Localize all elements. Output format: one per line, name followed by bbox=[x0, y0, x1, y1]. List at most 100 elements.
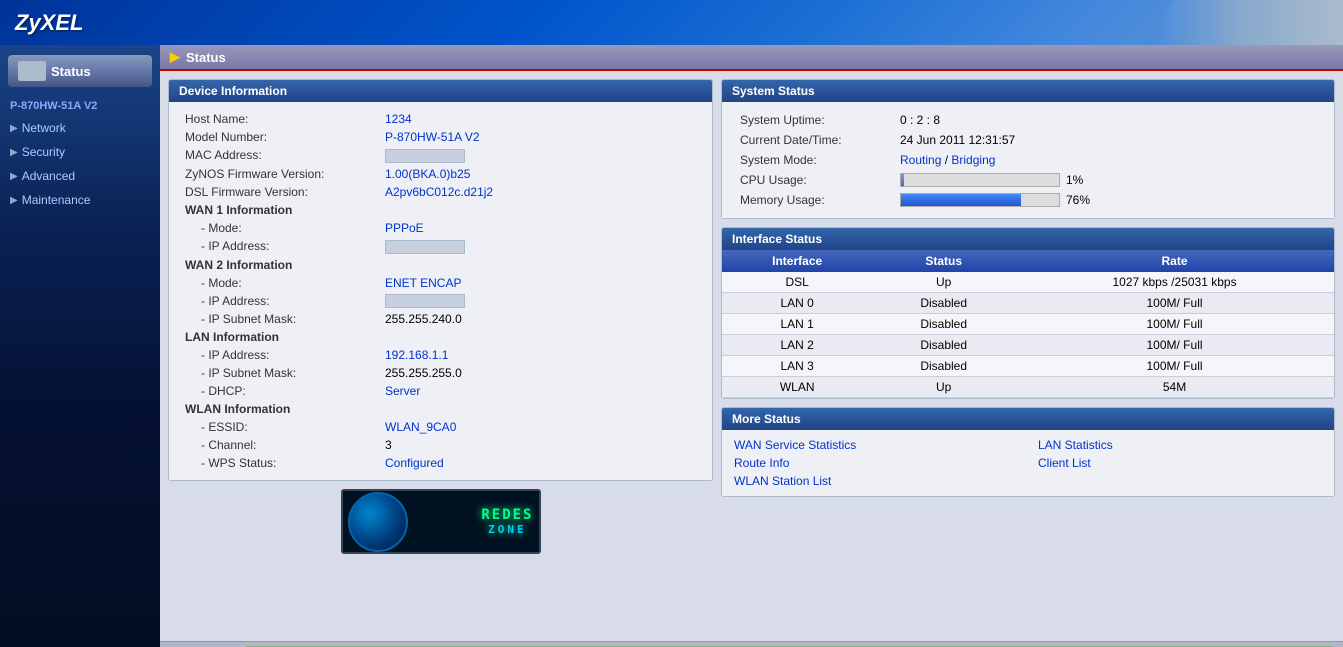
wan1-ip-value bbox=[381, 237, 700, 256]
dhcp-label: - DHCP: bbox=[181, 382, 381, 400]
iface-table-body: DSLUp1027 kbps /25031 kbpsLAN 0Disabled1… bbox=[722, 272, 1334, 398]
channel-value: 3 bbox=[381, 436, 700, 454]
table-row: Memory Usage: 76% bbox=[734, 190, 1322, 210]
table-row: WAN 1 Information bbox=[181, 201, 700, 219]
cpu-label: CPU Usage: bbox=[734, 170, 894, 190]
wan-service-statistics-link[interactable]: WAN Service Statistics bbox=[734, 438, 1018, 452]
rate-cell: 100M/ Full bbox=[1015, 293, 1334, 314]
network-arrow-icon: ▶ bbox=[10, 123, 18, 134]
wan2-info-label: WAN 2 Information bbox=[181, 256, 700, 274]
interface-status-section: Interface Status Interface Status Rate bbox=[721, 227, 1335, 399]
wan2-ip-value bbox=[381, 292, 700, 311]
host-name-label: Host Name: bbox=[181, 110, 381, 128]
route-info-link[interactable]: Route Info bbox=[734, 456, 1018, 470]
advanced-arrow-icon: ▶ bbox=[10, 171, 18, 182]
wps-label: - WPS Status: bbox=[181, 454, 381, 472]
interface-status-body: Interface Status Rate DSLUp1027 kbps /25… bbox=[722, 250, 1334, 398]
globe-icon bbox=[348, 492, 408, 552]
table-row: LAN 1Disabled100M/ Full bbox=[722, 314, 1334, 335]
table-row: CPU Usage: 1% bbox=[734, 170, 1322, 190]
wlan-station-list-link[interactable]: WLAN Station List bbox=[734, 474, 1018, 488]
device-info-section: Device Information Host Name: 1234 Model… bbox=[168, 79, 713, 481]
table-row: - Mode: ENET ENCAP bbox=[181, 274, 700, 292]
routing-link[interactable]: Routing bbox=[900, 153, 941, 167]
sidebar: Status P-870HW-51A V2 ▶ Network ▶ Securi… bbox=[0, 45, 160, 647]
system-status-table: System Uptime: 0 : 2 : 8 Current Date/Ti… bbox=[734, 110, 1322, 210]
rate-cell: 100M/ Full bbox=[1015, 335, 1334, 356]
table-row: LAN 2Disabled100M/ Full bbox=[722, 335, 1334, 356]
redes-zone-image: REDESZONE bbox=[341, 489, 541, 554]
title-arrow-icon: ▶ bbox=[170, 49, 180, 65]
wps-value: Configured bbox=[381, 454, 700, 472]
table-row: System Uptime: 0 : 2 : 8 bbox=[734, 110, 1322, 130]
table-row: - IP Address: 192.168.1.1 bbox=[181, 346, 700, 364]
channel-label: - Channel: bbox=[181, 436, 381, 454]
datetime-value: 24 Jun 2011 12:31:57 bbox=[894, 130, 1322, 150]
lan-subnet-label: - IP Subnet Mask: bbox=[181, 364, 381, 382]
table-row: WLAN Information bbox=[181, 400, 700, 418]
table-row: LAN Information bbox=[181, 328, 700, 346]
status-cell: Up bbox=[872, 272, 1015, 293]
wan1-mode-label: - Mode: bbox=[181, 219, 381, 237]
zyxel-logo: ZyXEL bbox=[15, 10, 83, 36]
lan-statistics-link[interactable]: LAN Statistics bbox=[1038, 438, 1322, 452]
table-row: - IP Address: bbox=[181, 237, 700, 256]
header: ZyXEL bbox=[0, 0, 1343, 45]
sidebar-status-button[interactable]: Status bbox=[8, 55, 152, 87]
title-bar: ▶ Status bbox=[160, 45, 1343, 71]
table-row: Model Number: P-870HW-51A V2 bbox=[181, 128, 700, 146]
client-list-link[interactable]: Client List bbox=[1038, 456, 1322, 470]
table-row: LAN 0Disabled100M/ Full bbox=[722, 293, 1334, 314]
system-mode-label: System Mode: bbox=[734, 150, 894, 170]
table-row: LAN 3Disabled100M/ Full bbox=[722, 356, 1334, 377]
interface-status-header: Interface Status bbox=[722, 228, 1334, 250]
mac-address-value bbox=[381, 146, 700, 165]
bridging-link[interactable]: Bridging bbox=[951, 153, 995, 167]
host-name-value: 1234 bbox=[381, 110, 700, 128]
status-cell: Disabled bbox=[872, 314, 1015, 335]
left-panel: Device Information Host Name: 1234 Model… bbox=[168, 79, 713, 633]
sidebar-item-maintenance[interactable]: ▶ Maintenance bbox=[0, 188, 160, 212]
cpu-fill bbox=[901, 174, 904, 186]
table-row: - DHCP: Server bbox=[181, 382, 700, 400]
dhcp-value: Server bbox=[381, 382, 700, 400]
maintenance-label: Maintenance bbox=[22, 193, 91, 207]
redes-text: REDESZONE bbox=[481, 507, 533, 536]
sidebar-item-security[interactable]: ▶ Security bbox=[0, 140, 160, 164]
status-icon bbox=[18, 61, 46, 81]
cpu-usage: 1% bbox=[894, 170, 1322, 190]
status-cell: Disabled bbox=[872, 293, 1015, 314]
table-row: Interface Status Rate bbox=[722, 250, 1334, 272]
sidebar-item-advanced[interactable]: ▶ Advanced bbox=[0, 164, 160, 188]
device-name: P-870HW-51A V2 bbox=[0, 92, 160, 116]
status-cell: Disabled bbox=[872, 335, 1015, 356]
sidebar-item-network[interactable]: ▶ Network bbox=[0, 116, 160, 140]
wan1-mode-value: PPPoE bbox=[381, 219, 700, 237]
table-row: System Mode: Routing / Bridging bbox=[734, 150, 1322, 170]
wan2-subnet-label: - IP Subnet Mask: bbox=[181, 310, 381, 328]
content-area: ▶ Status Device Information Host Name: 1… bbox=[160, 45, 1343, 647]
table-row: WLANUp54M bbox=[722, 377, 1334, 398]
wan1-ip-label: - IP Address: bbox=[181, 237, 381, 256]
memory-progress-bar bbox=[900, 193, 1060, 207]
col-interface: Interface bbox=[722, 250, 872, 272]
interface-cell: LAN 3 bbox=[722, 356, 872, 377]
col-rate: Rate bbox=[1015, 250, 1334, 272]
system-status-header: System Status bbox=[722, 80, 1334, 102]
essid-label: - ESSID: bbox=[181, 418, 381, 436]
wan1-ip-masked bbox=[385, 240, 465, 254]
security-label: Security bbox=[22, 145, 65, 159]
memory-usage: 76% bbox=[894, 190, 1322, 210]
main-layout: Status P-870HW-51A V2 ▶ Network ▶ Securi… bbox=[0, 45, 1343, 647]
mode-separator: / bbox=[941, 153, 951, 167]
cpu-percent: 1% bbox=[1066, 173, 1083, 187]
rate-cell: 54M bbox=[1015, 377, 1334, 398]
table-row: - Channel: 3 bbox=[181, 436, 700, 454]
essid-value: WLAN_9CA0 bbox=[381, 418, 700, 436]
table-row: Current Date/Time: 24 Jun 2011 12:31:57 bbox=[734, 130, 1322, 150]
more-status-empty bbox=[1038, 474, 1322, 488]
device-info-body: Host Name: 1234 Model Number: P-870HW-51… bbox=[169, 102, 712, 480]
lan-ip-label: - IP Address: bbox=[181, 346, 381, 364]
table-row: - WPS Status: Configured bbox=[181, 454, 700, 472]
wan1-info-label: WAN 1 Information bbox=[181, 201, 700, 219]
